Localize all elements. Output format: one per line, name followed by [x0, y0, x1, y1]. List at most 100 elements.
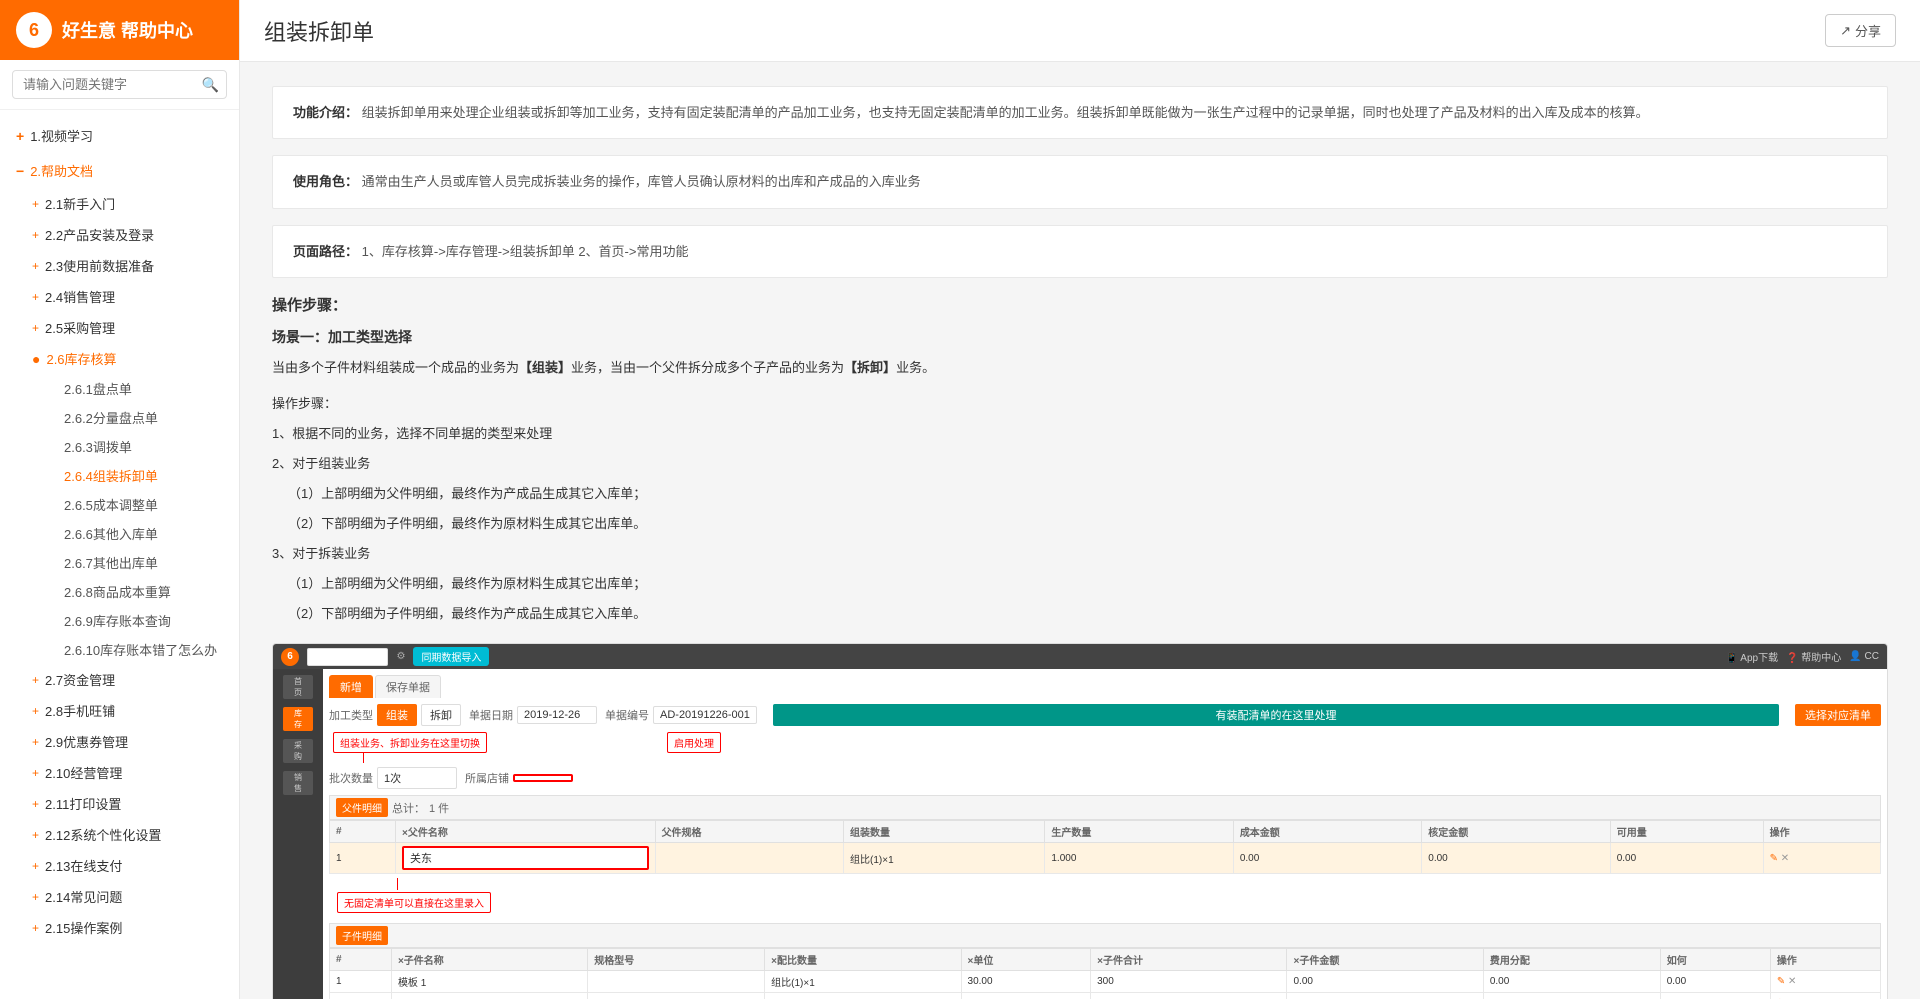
share-button[interactable]: ↗ 分享: [1825, 14, 1896, 47]
sidebar-leaf-2-6-8[interactable]: 2.6.8商品成本重算: [16, 577, 239, 606]
mock-col-spec: 父件规格: [655, 821, 843, 843]
mock-org-input[interactable]: [513, 774, 573, 782]
mock-name-input[interactable]: 关东: [402, 846, 649, 870]
mock-col-ops: 操作: [1763, 821, 1880, 843]
sidebar-leaf-2-6-4[interactable]: 2.6.4组装拆卸单: [16, 461, 239, 490]
plus-icon: +: [32, 673, 39, 687]
sidebar-item-2-11[interactable]: + 2.11打印设置: [16, 788, 239, 819]
mock-lower-row2-spec: [588, 993, 765, 999]
sidebar-item-2-10[interactable]: + 2.10经营管理: [16, 757, 239, 788]
sidebar-title: 好生意 帮助中心: [62, 17, 193, 43]
steps-details: 操作步骤： 1、根据不同的业务，选择不同单据的类型来处理 2、对于组装业务 （1…: [272, 391, 1888, 627]
plus-icon: +: [32, 890, 39, 904]
mock-qty-group: 批次数量 1次: [329, 767, 457, 789]
mock-select-btn[interactable]: 选择对应清单: [1795, 704, 1881, 726]
plus-icon: +: [32, 704, 39, 718]
table-row: 2 模板 2 组比(1)×1 30.00 300 0.00 0.00 0.00: [330, 993, 1881, 999]
search-input[interactable]: [12, 70, 227, 99]
sidebar-nav: + 1.视频学习 − 2.帮助文档 + 2.1新手入门 + 2.2产品安装及登录: [0, 110, 239, 999]
mock-org-label: 所属店铺: [465, 770, 509, 786]
sidebar-item-2-4[interactable]: + 2.4销售管理: [16, 281, 239, 312]
mock-nav-icon-4[interactable]: 销售: [283, 771, 313, 795]
sidebar-item-2-8[interactable]: + 2.8手机旺铺: [16, 695, 239, 726]
sidebar-leaf-2-6-2[interactable]: 2.6.2分量盘点单: [16, 403, 239, 432]
mock-new-btn[interactable]: 同期数据导入: [413, 647, 489, 666]
mock-lower-row2-6: 0.00: [1483, 993, 1660, 999]
mock-sync-icon: ⚙: [396, 651, 405, 662]
annotation-line-1: [363, 753, 364, 763]
mock-org-group: 所属店铺: [465, 770, 573, 786]
annotation-enable-text: 启用处理: [667, 732, 721, 753]
sidebar-item-2-15[interactable]: + 2.15操作案例: [16, 912, 239, 943]
mock-lower-col-no: #: [330, 949, 392, 971]
mock-del-icon[interactable]: ✕: [1781, 853, 1789, 864]
mock-top-bar-left: 6 TEST-H002 ▼ ⚙ 同期数据导入: [281, 647, 489, 666]
search-icon[interactable]: 🔍: [202, 76, 219, 93]
mock-lower-row1-spec: [588, 971, 765, 993]
mock-tab-new[interactable]: 新增: [329, 675, 373, 698]
main-content: 功能介绍： 组装拆卸单用来处理企业组装或拆卸等加工业务，支持有固定装配清单的产品…: [240, 62, 1920, 999]
mock-lower-header-row: # ×子件名称 规格型号 ×配比数量 ×单位 ×子件合计 ×子件金额 费用分配: [330, 949, 1881, 971]
mock-main-work-area: 新增 保存单据 加工类型 组装 拆卸: [323, 669, 1887, 999]
share-icon: ↗: [1840, 23, 1851, 39]
mock-qty-input[interactable]: 1次: [377, 767, 457, 789]
mock-lower-row1-6: 0.00: [1483, 971, 1660, 993]
sidebar-item-2-7[interactable]: + 2.7资金管理: [16, 664, 239, 695]
nav-section-1: + 1.视频学习: [0, 118, 239, 153]
mock-type-assemble[interactable]: 组装: [377, 704, 417, 726]
sidebar-logo: 6: [16, 12, 52, 48]
mock-type-disassemble[interactable]: 拆卸: [421, 704, 461, 726]
sidebar-leaf-2-6-7[interactable]: 2.6.7其他出库单: [16, 548, 239, 577]
mock-edit-icon[interactable]: ✎: [1770, 853, 1778, 864]
sidebar-item-2-1[interactable]: + 2.1新手入门: [16, 188, 239, 219]
sidebar-leaf-2-6-10[interactable]: 2.6.10库存账本错了怎么办: [16, 635, 239, 664]
plus-icon: +: [32, 228, 39, 242]
sidebar-item-2-3[interactable]: + 2.3使用前数据准备: [16, 250, 239, 281]
sidebar-leaf-2-6-1[interactable]: 2.6.1盘点单: [16, 374, 239, 403]
mock-billno-input[interactable]: AD-20191226-001: [653, 706, 757, 724]
plus-icon: +: [32, 290, 39, 304]
mock-cell-cost: 0.00: [1233, 843, 1421, 874]
sidebar-item-2-14[interactable]: + 2.14常见问题: [16, 881, 239, 912]
mock-cell-name: 关东: [396, 843, 656, 874]
nav-sub-2: + 2.1新手入门 + 2.2产品安装及登录 + 2.3使用前数据准备 + 2.…: [0, 188, 239, 943]
sidebar-item-2-2[interactable]: + 2.2产品安装及登录: [16, 219, 239, 250]
operation-steps-section: 操作步骤： 场景一：加工类型选择 当由多个子件材料组装成一个成品的业务为【组装】…: [272, 294, 1888, 627]
plus-icon: +: [32, 735, 39, 749]
mock-nav-icon-1[interactable]: 首页: [283, 675, 313, 699]
mock-type-label: 加工类型: [329, 707, 373, 723]
sidebar-item-video-learning[interactable]: + 1.视频学习: [0, 118, 239, 153]
circle-icon: ●: [32, 351, 40, 367]
mock-tab-save[interactable]: 保存单据: [375, 675, 441, 698]
sidebar-leaf-2-6-6[interactable]: 2.6.6其他入库单: [16, 519, 239, 548]
scene1-desc: 当由多个子件材料组装成一个成品的业务为【组装】业务，当由一个父件拆分成多个子产品…: [272, 355, 1888, 381]
sidebar-leaf-2-6-3[interactable]: 2.6.3调拨单: [16, 432, 239, 461]
sidebar-item-2-5[interactable]: + 2.5采购管理: [16, 312, 239, 343]
mock-lower-del-icon[interactable]: ✕: [1788, 976, 1796, 987]
plus-icon: +: [32, 921, 39, 935]
mock-cell-avail: 0.00: [1610, 843, 1763, 874]
mock-company-dropdown[interactable]: TEST-H002 ▼: [307, 648, 388, 666]
mock-date-label: 单据日期: [469, 707, 513, 723]
sidebar-item-help-docs[interactable]: − 2.帮助文档: [0, 153, 239, 188]
mock-upper-table: # ×父件名称 父件规格 组装数量 生产数量 成本金额 核定金额 可用量 操作: [329, 820, 1881, 874]
mock-form-row-2: 批次数量 1次 所属店铺: [329, 767, 1881, 789]
mock-table-header-row: # ×父件名称 父件规格 组装数量 生产数量 成本金额 核定金额 可用量 操作: [330, 821, 1881, 843]
sidebar-item-2-13[interactable]: + 2.13在线支付: [16, 850, 239, 881]
mock-col-name: ×父件名称: [396, 821, 656, 843]
plus-icon: +: [32, 766, 39, 780]
mock-nav-icon-3[interactable]: 采购: [283, 739, 313, 763]
sidebar-header: 6 好生意 帮助中心: [0, 0, 239, 60]
mock-lower-edit-icon[interactable]: ✎: [1777, 976, 1785, 987]
sidebar-leaf-2-6-5[interactable]: 2.6.5成本调整单: [16, 490, 239, 519]
mock-cell-qty: 组比(1)×1: [844, 843, 1045, 874]
sidebar-item-2-12[interactable]: + 2.12系统个性化设置: [16, 819, 239, 850]
mock-type-selector: 组装 拆卸: [377, 704, 461, 726]
plus-icon: +: [32, 259, 39, 273]
mock-nav-icon-2[interactable]: 库存: [283, 707, 313, 731]
sidebar-item-2-9[interactable]: + 2.9优惠券管理: [16, 726, 239, 757]
sidebar-item-2-6[interactable]: ● 2.6库存核算: [16, 343, 239, 374]
annotation-assemble: 组装业务、拆卸业务在这里切换: [333, 732, 487, 763]
mock-date-input[interactable]: 2019-12-26: [517, 706, 597, 724]
sidebar-leaf-2-6-9[interactable]: 2.6.9库存账本查询: [16, 606, 239, 635]
